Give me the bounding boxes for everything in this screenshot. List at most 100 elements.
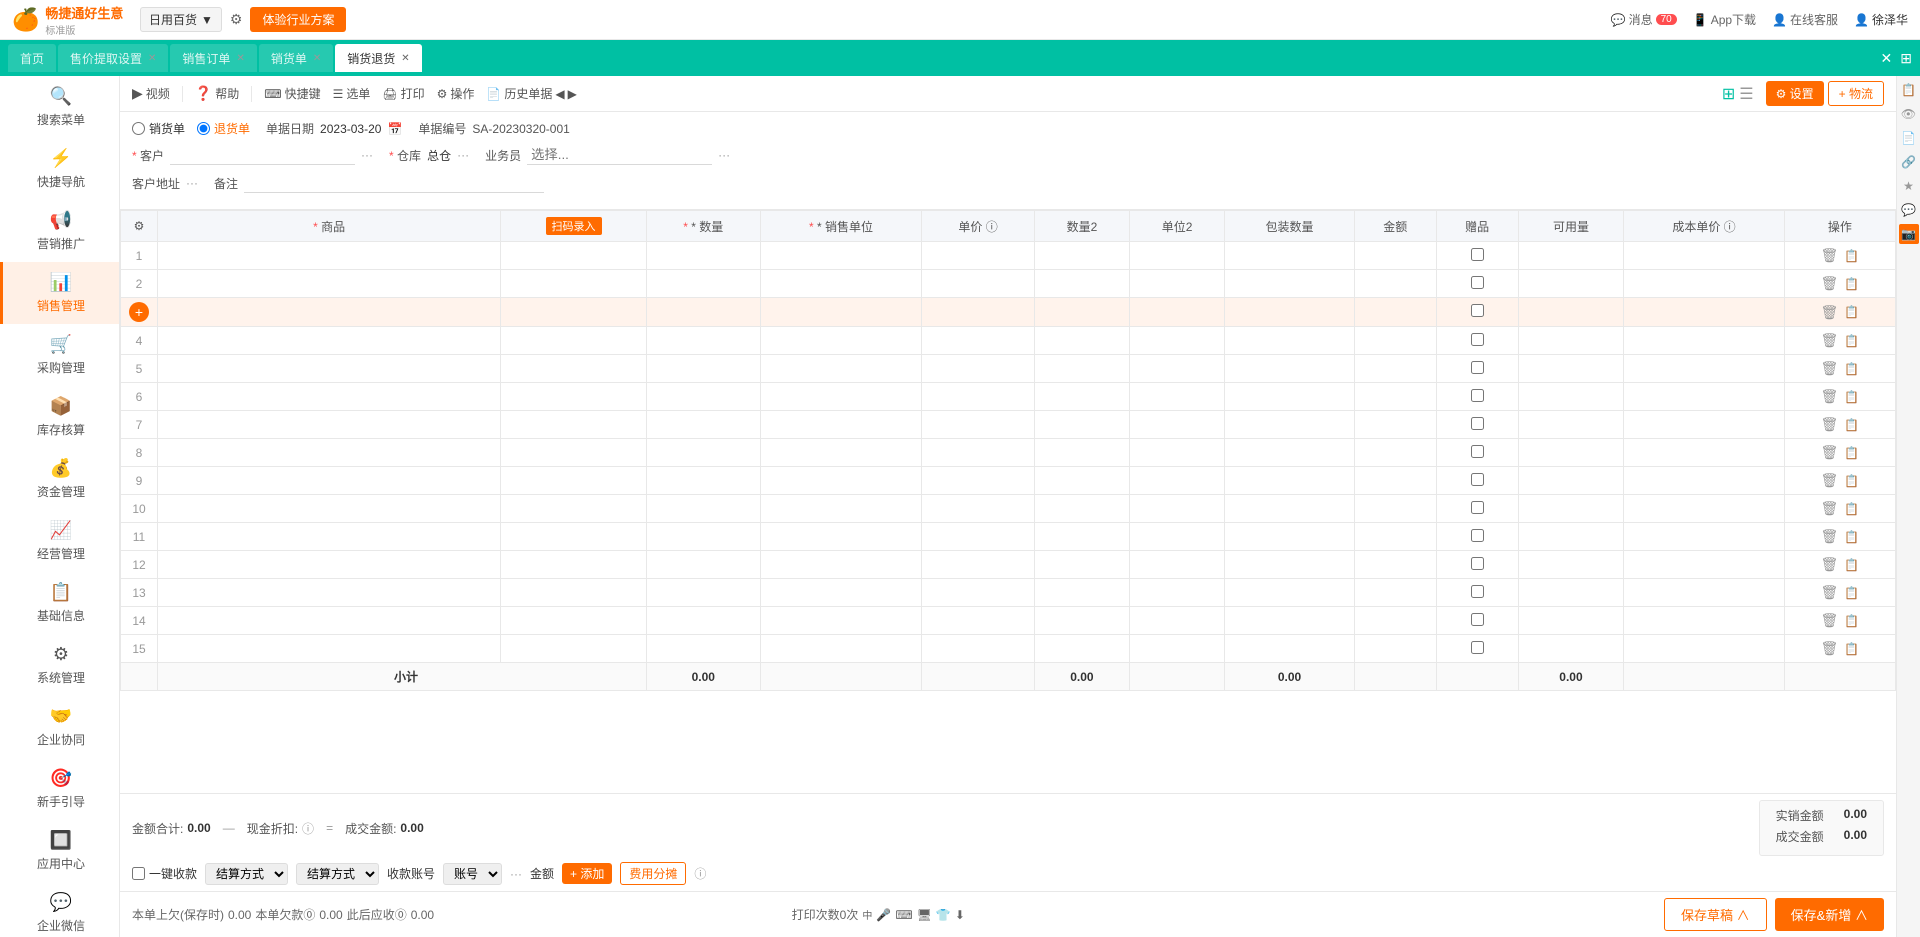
- goods-cell[interactable]: [158, 270, 501, 298]
- sidebar-item-nav[interactable]: ⚡ 快捷导航: [0, 138, 119, 200]
- sidebar-item-wechat[interactable]: 💬 企业微信: [0, 882, 119, 937]
- qty2-cell-active[interactable]: [1034, 298, 1129, 327]
- pkg-qty-cell[interactable]: [1225, 242, 1355, 270]
- message-button[interactable]: 💬 消息 70: [1611, 11, 1677, 28]
- download-icon-footer[interactable]: ⬇: [955, 908, 965, 922]
- gift-checkbox[interactable]: [1471, 529, 1484, 542]
- list-view-icon[interactable]: ☰: [1739, 84, 1753, 104]
- delete-icon[interactable]: 🗑: [1820, 416, 1838, 433]
- gift-checkbox[interactable]: [1471, 333, 1484, 346]
- delete-icon[interactable]: 🗑: [1820, 360, 1838, 377]
- gift-checkbox[interactable]: [1471, 473, 1484, 486]
- toolbar-operate[interactable]: ⚙ 操作: [437, 85, 475, 102]
- qty-cell[interactable]: [646, 270, 760, 298]
- qty2-cell[interactable]: [1034, 242, 1129, 270]
- unit2-cell[interactable]: [1129, 270, 1224, 298]
- amount-cell[interactable]: [1354, 242, 1436, 270]
- goods-input[interactable]: [166, 249, 492, 263]
- delete-icon[interactable]: 🗑: [1820, 612, 1838, 629]
- tab-sale-close-icon[interactable]: ✕: [313, 53, 321, 64]
- gift-checkbox[interactable]: [1471, 613, 1484, 626]
- copy-icon[interactable]: 📋: [1844, 249, 1859, 263]
- copy-icon[interactable]: 📋: [1844, 305, 1859, 319]
- right-sidebar-icon-3[interactable]: 📄: [1899, 128, 1919, 148]
- gift-checkbox[interactable]: [1471, 389, 1484, 402]
- right-sidebar-icon-2[interactable]: 👁: [1899, 104, 1919, 124]
- gift-checkbox[interactable]: [1471, 417, 1484, 430]
- gift-checkbox[interactable]: [1471, 276, 1484, 289]
- sidebar-item-apps[interactable]: 🔲 应用中心: [0, 820, 119, 882]
- sidebar-item-basic[interactable]: 📋 基础信息: [0, 572, 119, 634]
- delete-icon[interactable]: 🗑: [1820, 472, 1838, 489]
- keyboard-icon-footer[interactable]: ⌨: [895, 908, 912, 922]
- available-cell-active[interactable]: [1518, 298, 1624, 327]
- copy-icon[interactable]: 📋: [1844, 558, 1859, 572]
- add-row-button[interactable]: +: [129, 302, 149, 322]
- save-draft-button[interactable]: 保存草稿 ∧: [1664, 898, 1767, 931]
- gift-checkbox[interactable]: [1471, 557, 1484, 570]
- unit2-cell-active[interactable]: [1129, 298, 1224, 327]
- delete-icon[interactable]: 🗑: [1820, 528, 1838, 545]
- tab-home[interactable]: 首页: [8, 44, 56, 72]
- delete-icon[interactable]: 🗑: [1820, 332, 1838, 349]
- unit-price-cell[interactable]: [922, 270, 1034, 298]
- tab-price-close-icon[interactable]: ✕: [148, 53, 156, 64]
- scan-btn[interactable]: 扫码录入: [546, 217, 602, 235]
- copy-icon[interactable]: 📋: [1844, 390, 1859, 404]
- unit2-cell[interactable]: [1129, 242, 1224, 270]
- add-fee-button[interactable]: + 添加: [562, 863, 612, 884]
- gift-checkbox-active[interactable]: [1471, 304, 1484, 317]
- pkg-qty-cell-active[interactable]: [1225, 298, 1355, 327]
- gift-checkbox[interactable]: [1471, 361, 1484, 374]
- gift-checkbox[interactable]: [1471, 641, 1484, 654]
- goods-cell-active[interactable]: [158, 298, 501, 327]
- copy-icon[interactable]: 📋: [1844, 418, 1859, 432]
- delete-icon[interactable]: 🗑: [1820, 640, 1838, 657]
- app-download-button[interactable]: 📱 App下载: [1693, 11, 1756, 28]
- one-click-pay-checkbox[interactable]: 一键收款: [132, 865, 197, 882]
- goods-cell[interactable]: [158, 242, 501, 270]
- radio-sale-input[interactable]: [132, 122, 145, 135]
- col-gear-icon[interactable]: ⚙: [134, 219, 145, 233]
- amount-cell[interactable]: [1354, 270, 1436, 298]
- setting-button[interactable]: ⚙ 设置: [1766, 81, 1824, 106]
- history-prev-icon[interactable]: ◀: [555, 87, 564, 101]
- screen-icon[interactable]: 🖥: [917, 908, 932, 922]
- qty-cell[interactable]: [646, 242, 760, 270]
- discount-help-icon[interactable]: ⓘ: [302, 820, 314, 837]
- sale-unit-cell[interactable]: [760, 270, 922, 298]
- unit-price-cell[interactable]: [922, 242, 1034, 270]
- radio-return-input[interactable]: [197, 122, 210, 135]
- right-sidebar-icon-4[interactable]: 🔗: [1899, 152, 1919, 172]
- toolbar-print[interactable]: 🖨 打印: [382, 85, 424, 102]
- gift-checkbox[interactable]: [1471, 248, 1484, 261]
- close-tab-button[interactable]: ✕: [1881, 50, 1893, 67]
- gift-checkbox[interactable]: [1471, 445, 1484, 458]
- sale-unit-cell[interactable]: [760, 242, 922, 270]
- shirt-icon[interactable]: 👕: [936, 908, 951, 922]
- collect-account-select[interactable]: 账号: [443, 863, 502, 885]
- warehouse-more-icon[interactable]: ···: [457, 148, 469, 162]
- tab-return[interactable]: 销货退货 ✕: [335, 44, 421, 72]
- copy-icon[interactable]: 📋: [1844, 334, 1859, 348]
- settle-method-select[interactable]: 结算方式: [205, 863, 288, 885]
- sidebar-item-finance[interactable]: 💰 资金管理: [0, 448, 119, 510]
- remark-input[interactable]: [244, 173, 544, 193]
- right-sidebar-icon-5[interactable]: ★: [1899, 176, 1919, 196]
- goods-input-active[interactable]: [166, 305, 492, 319]
- right-sidebar-icon-1[interactable]: 📋: [1899, 80, 1919, 100]
- staff-more-icon[interactable]: ···: [718, 148, 730, 162]
- copy-icon[interactable]: 📋: [1844, 474, 1859, 488]
- gift-checkbox[interactable]: [1471, 585, 1484, 598]
- copy-icon[interactable]: 📋: [1844, 530, 1859, 544]
- delete-icon[interactable]: 🗑: [1820, 584, 1838, 601]
- sale-unit-cell-active[interactable]: [760, 298, 922, 327]
- amount-cell-active[interactable]: [1354, 298, 1436, 327]
- tab-sale-order-close-icon[interactable]: ✕: [236, 53, 244, 64]
- fee-help-icon[interactable]: ⓘ: [694, 865, 706, 882]
- pkg-qty-cell[interactable]: [1225, 270, 1355, 298]
- delete-icon[interactable]: 🗑: [1820, 388, 1838, 405]
- toolbar-history[interactable]: 📄 历史单据 ◀ ▶: [486, 85, 576, 102]
- cost-price-cell[interactable]: [1624, 270, 1784, 298]
- dept-selector[interactable]: 日用百货 ▼: [140, 7, 222, 32]
